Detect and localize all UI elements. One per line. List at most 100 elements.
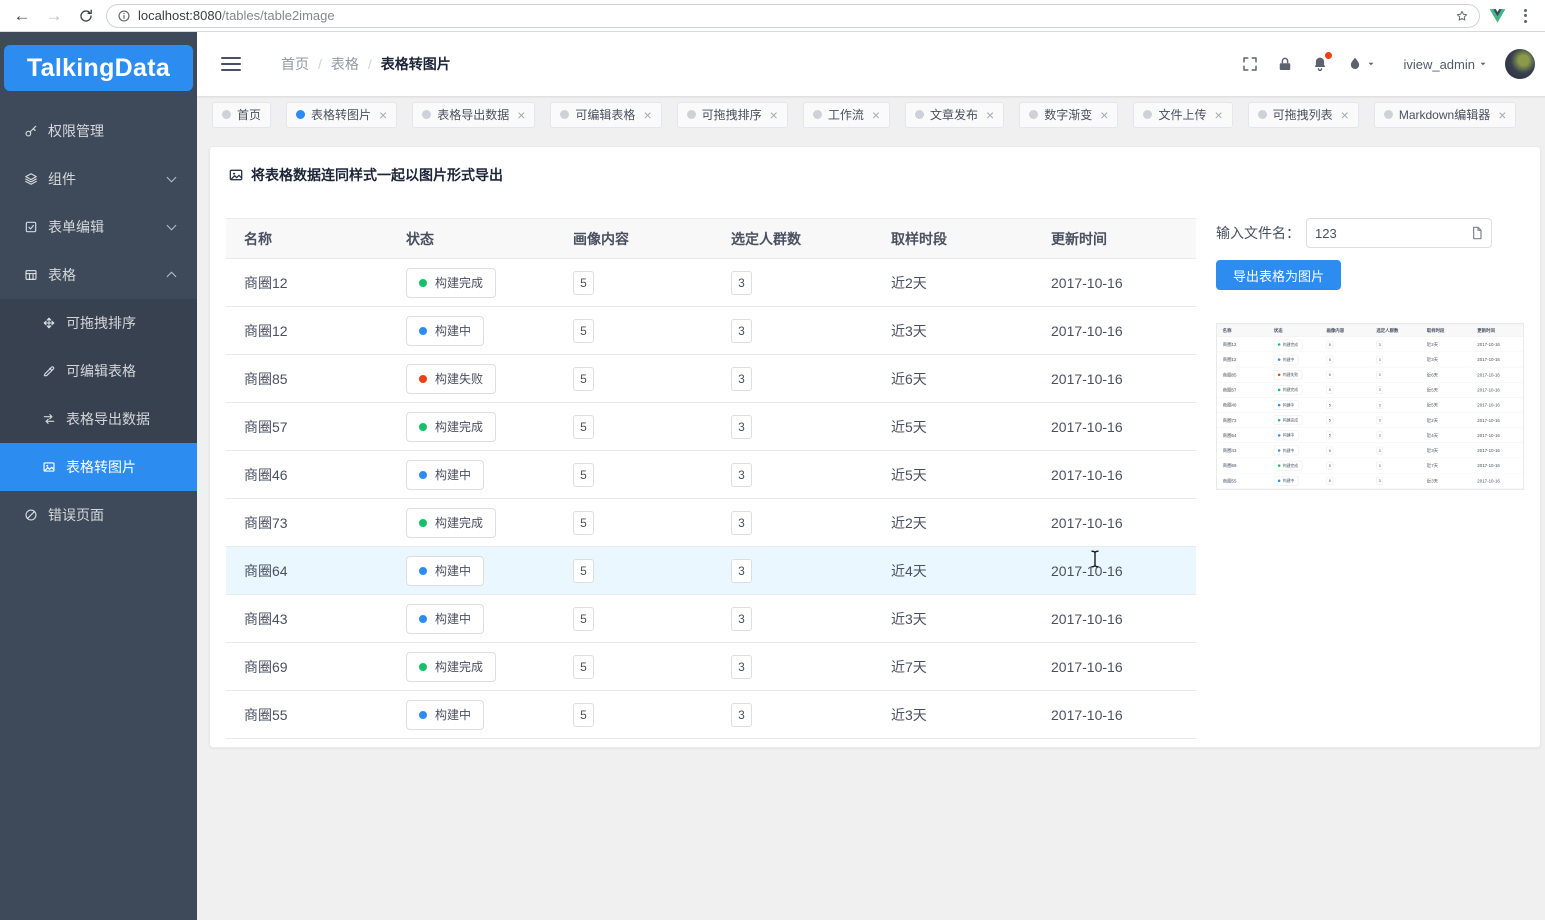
- bookmark-star-icon[interactable]: [1455, 9, 1469, 23]
- tab-article-publish[interactable]: 文章发布 ×: [905, 101, 1005, 128]
- tab-file-upload[interactable]: 文件上传 ×: [1133, 101, 1233, 128]
- url-bar[interactable]: localhost:8080/tables/table2image: [106, 3, 1480, 28]
- status-button[interactable]: 构建完成: [406, 411, 497, 442]
- avatar[interactable]: [1505, 49, 1535, 79]
- vue-devtools-icon[interactable]: [1488, 6, 1507, 25]
- status-button[interactable]: 构建完成: [406, 267, 497, 298]
- people-count-button[interactable]: 3: [731, 654, 752, 679]
- portrait-count-button[interactable]: 5: [573, 366, 594, 391]
- status-button[interactable]: 构建中: [406, 699, 485, 730]
- column-header: 名称: [1217, 324, 1269, 337]
- close-icon[interactable]: ×: [379, 108, 387, 122]
- status-button[interactable]: 构建中: [406, 315, 485, 346]
- cell-period: 近7天: [1421, 457, 1472, 474]
- sidebar-item-form-edit[interactable]: 表单编辑: [0, 203, 197, 251]
- hamburger-menu-icon[interactable]: [221, 57, 241, 71]
- notifications-button[interactable]: [1311, 52, 1333, 73]
- filename-input[interactable]: [1306, 218, 1492, 248]
- close-icon[interactable]: ×: [770, 108, 778, 122]
- status-button: 构建中: [1273, 400, 1299, 410]
- breadcrumb-tables[interactable]: 表格: [331, 54, 359, 74]
- table-row: 商圈85 构建失败 5 3 近6天 2017-10-16: [226, 354, 1196, 403]
- status-button[interactable]: 构建中: [406, 459, 485, 490]
- portrait-count-button: 5: [1326, 370, 1334, 379]
- portrait-count-button[interactable]: 5: [573, 558, 594, 583]
- people-count-button[interactable]: 3: [731, 462, 752, 487]
- theme-menu[interactable]: [1346, 55, 1376, 73]
- cell-name: 商圈12: [226, 306, 388, 355]
- people-count-button[interactable]: 3: [731, 366, 752, 391]
- people-count-button[interactable]: 3: [731, 270, 752, 295]
- breadcrumb-home[interactable]: 首页: [281, 54, 309, 74]
- portrait-count-button[interactable]: 5: [573, 510, 594, 535]
- info-icon[interactable]: [117, 9, 131, 23]
- tab-number-gradient[interactable]: 数字渐变 ×: [1019, 101, 1119, 128]
- sidebar-item-components[interactable]: 组件: [0, 155, 197, 203]
- lock-button[interactable]: [1276, 55, 1294, 73]
- people-count-button[interactable]: 3: [731, 558, 752, 583]
- tab-drag-sort[interactable]: 可拖拽排序 ×: [676, 101, 788, 128]
- portrait-count-button[interactable]: 5: [573, 270, 594, 295]
- cell-period: 近5天: [1421, 397, 1472, 413]
- cell-updated: 2017-10-16: [1033, 354, 1196, 403]
- sidebar-item-table-export[interactable]: 表格导出数据: [0, 395, 197, 443]
- close-icon[interactable]: ×: [1341, 108, 1349, 122]
- tab-drag-list[interactable]: 可拖拽列表 ×: [1247, 101, 1359, 128]
- table-row: 商圈12 构建中 5 3 近3天 2017-10-16: [1217, 351, 1523, 368]
- people-count-button[interactable]: 3: [731, 606, 752, 631]
- close-icon[interactable]: ×: [1214, 108, 1222, 122]
- browser-forward-button[interactable]: →: [42, 1, 66, 31]
- close-icon[interactable]: ×: [986, 108, 994, 122]
- tab-editable-table[interactable]: 可编辑表格 ×: [550, 101, 662, 128]
- status-dot-icon: [419, 518, 427, 527]
- close-icon[interactable]: ×: [643, 108, 651, 122]
- cell-updated: 2017-10-16: [1033, 306, 1196, 355]
- browser-back-button[interactable]: ←: [10, 1, 34, 31]
- sidebar-item-permissions[interactable]: 权限管理: [0, 107, 197, 155]
- close-icon[interactable]: ×: [517, 108, 525, 122]
- table-row: 商圈73 构建完成 5 3 近2天 2017-10-16: [1217, 412, 1523, 428]
- sidebar-item-error-pages[interactable]: 错误页面: [0, 491, 197, 539]
- close-icon[interactable]: ×: [1498, 108, 1506, 122]
- portrait-count-button[interactable]: 5: [573, 414, 594, 439]
- chevron-down-icon: [1478, 59, 1488, 69]
- cell-period: 近2天: [873, 498, 1033, 547]
- sidebar-item-drag-sort[interactable]: 可拖拽排序: [0, 299, 197, 347]
- cell-period: 近7天: [873, 642, 1033, 691]
- browser-reload-button[interactable]: [74, 1, 98, 31]
- tab-workflow[interactable]: 工作流 ×: [802, 101, 891, 128]
- portrait-count-button[interactable]: 5: [573, 606, 594, 631]
- layers-icon: [24, 172, 38, 186]
- status-button[interactable]: 构建失败: [406, 363, 497, 394]
- tab-home[interactable]: 首页: [212, 101, 272, 128]
- portrait-count-button[interactable]: 5: [573, 318, 594, 343]
- close-icon[interactable]: ×: [1100, 108, 1108, 122]
- portrait-count-button[interactable]: 5: [573, 702, 594, 727]
- tab-table-export[interactable]: 表格导出数据 ×: [412, 101, 536, 128]
- status-button[interactable]: 构建中: [406, 555, 485, 586]
- tab-dot-icon: [1383, 110, 1393, 119]
- people-count-button[interactable]: 3: [731, 510, 752, 535]
- sidebar-item-table-to-image[interactable]: 表格转图片: [0, 443, 197, 491]
- cell-updated: 2017-10-16: [1471, 382, 1523, 398]
- browser-menu-icon[interactable]: [1515, 8, 1535, 23]
- portrait-count-button[interactable]: 5: [573, 462, 594, 487]
- tab-table-to-image[interactable]: 表格转图片 ×: [286, 101, 398, 128]
- sidebar-item-tables[interactable]: 表格: [0, 251, 197, 299]
- user-menu[interactable]: iview_admin: [1403, 57, 1488, 72]
- export-button[interactable]: 导出表格为图片: [1216, 260, 1342, 290]
- status-button[interactable]: 构建完成: [406, 651, 497, 682]
- sidebar-item-editable-table[interactable]: 可编辑表格: [0, 347, 197, 395]
- tab-markdown-editor[interactable]: Markdown编辑器 ×: [1373, 101, 1517, 128]
- tab-dot-icon: [1257, 110, 1267, 119]
- portrait-count-button[interactable]: 5: [573, 654, 594, 679]
- people-count-button[interactable]: 3: [731, 702, 752, 727]
- people-count-button[interactable]: 3: [731, 414, 752, 439]
- status-button[interactable]: 构建中: [406, 603, 485, 634]
- people-count-button: 3: [1376, 370, 1383, 379]
- status-button[interactable]: 构建完成: [406, 507, 497, 538]
- portrait-count-button: 5: [1326, 340, 1334, 349]
- fullscreen-button[interactable]: [1241, 55, 1259, 73]
- close-icon[interactable]: ×: [872, 108, 880, 122]
- people-count-button[interactable]: 3: [731, 318, 752, 343]
